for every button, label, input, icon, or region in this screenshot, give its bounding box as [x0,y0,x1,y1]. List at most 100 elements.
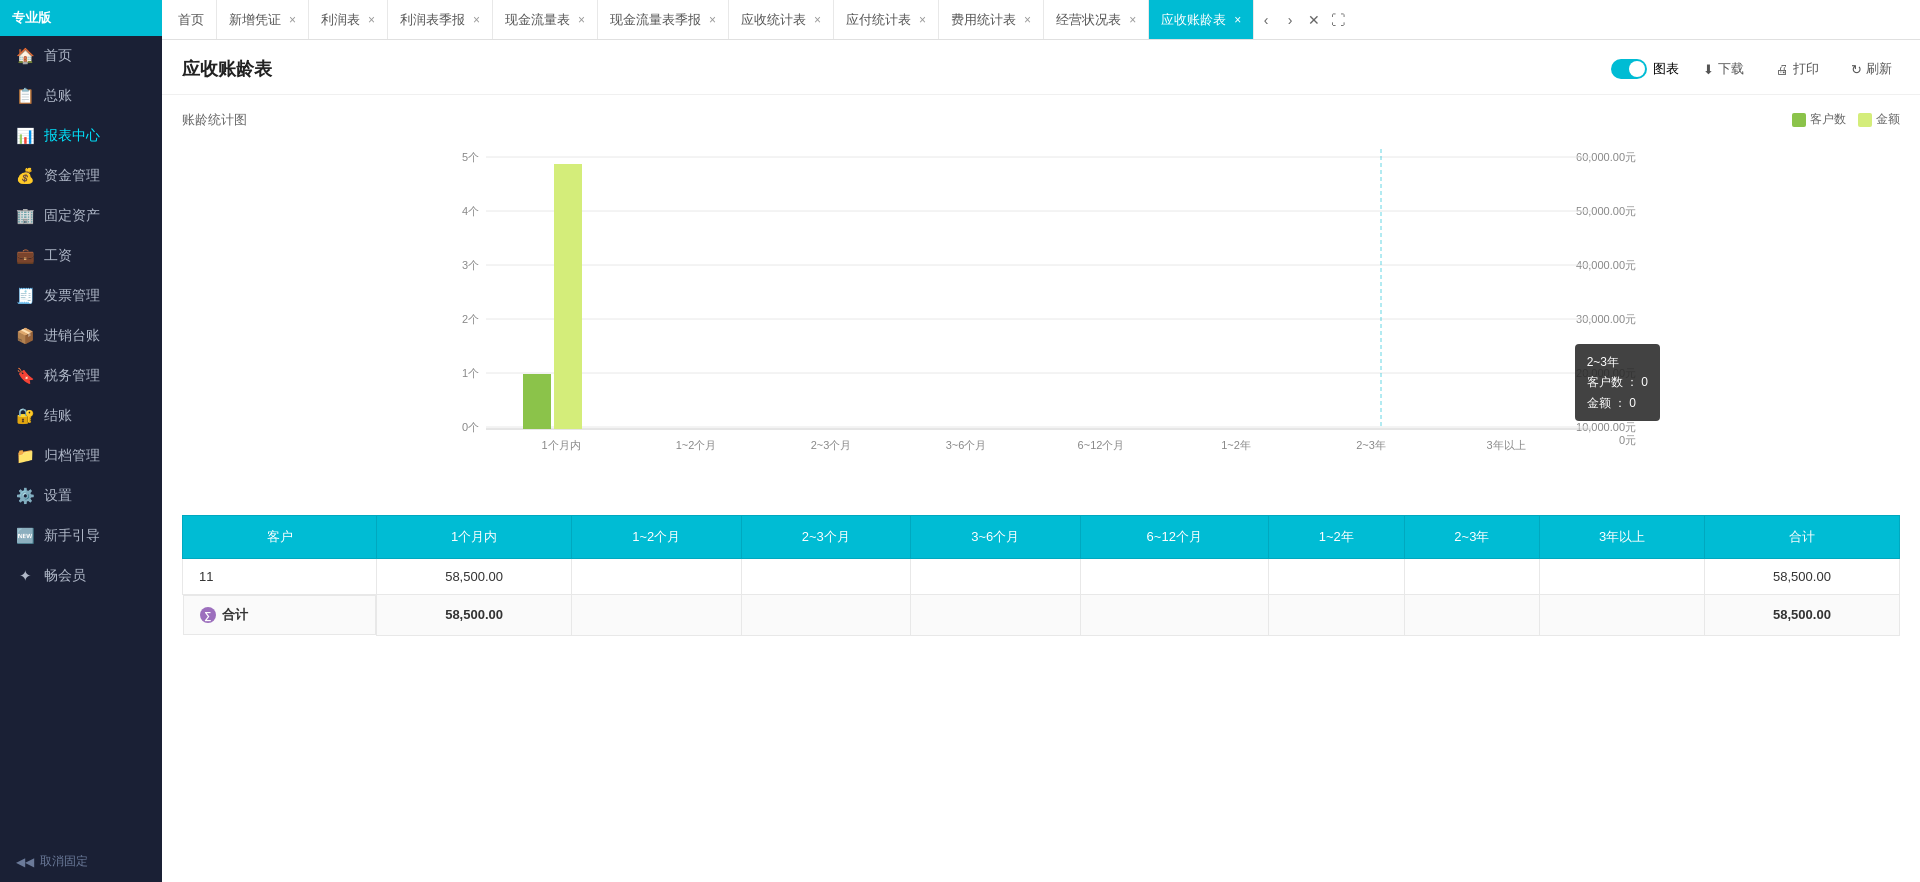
tab-close-all-btn[interactable]: ✕ [1302,0,1326,40]
sidebar-item-purchase[interactable]: 📦 进销台账 [0,316,162,356]
svg-text:1个: 1个 [462,367,479,379]
tab-aging[interactable]: 应收账龄表 × [1149,0,1254,40]
collapse-label: 取消固定 [40,853,88,870]
tab-close-icon[interactable]: × [289,13,296,27]
print-icon: 🖨 [1776,62,1789,77]
tab-close-icon[interactable]: × [368,13,375,27]
tab-close-icon[interactable]: × [1234,13,1241,27]
cell-m12 [572,559,742,595]
sidebar-collapse-btn[interactable]: ◀◀ 取消固定 [0,841,162,882]
sidebar-item-home[interactable]: 🏠 首页 [0,36,162,76]
sidebar-item-tax[interactable]: 🔖 税务管理 [0,356,162,396]
sidebar-item-label: 工资 [44,247,72,265]
sidebar-item-settings[interactable]: ⚙️ 设置 [0,476,162,516]
sidebar-item-label: 发票管理 [44,287,100,305]
tab-profit-quarter[interactable]: 利润表季报 × [388,0,493,40]
tab-next-btn[interactable]: › [1278,0,1302,40]
tab-business-stat[interactable]: 经营状况表 × [1044,0,1149,40]
col-m23: 2~3个月 [741,516,911,559]
sidebar-item-archive[interactable]: 📁 归档管理 [0,436,162,476]
svg-text:4个: 4个 [462,205,479,217]
page-header: 应收账龄表 图表 ⬇ 下载 🖨 打印 ↻ 刷新 [162,40,1920,95]
close-icon: 🔐 [16,407,34,425]
cell-m36 [911,559,1081,595]
tab-label: 应收账龄表 [1161,11,1226,29]
sidebar-item-fund[interactable]: 💰 资金管理 [0,156,162,196]
sidebar-item-label: 报表中心 [44,127,100,145]
sidebar-item-close[interactable]: 🔐 结账 [0,396,162,436]
legend-customer: 客户数 [1792,111,1846,128]
cell-total-m36 [911,595,1081,636]
tab-close-icon[interactable]: × [814,13,821,27]
tab-profit[interactable]: 利润表 × [309,0,388,40]
download-btn[interactable]: ⬇ 下载 [1695,56,1752,82]
chart-toggle[interactable]: 图表 [1611,59,1679,79]
svg-text:1~2个月: 1~2个月 [676,439,717,451]
svg-text:1个月内: 1个月内 [541,439,580,451]
col-m1: 1个月内 [377,516,572,559]
vip-icon: ✦ [16,567,34,585]
sidebar-item-vip[interactable]: ✦ 畅会员 [0,556,162,596]
tab-expand-btn[interactable]: ⛶ [1326,0,1350,40]
svg-text:3年以上: 3年以上 [1486,439,1525,451]
sidebar-item-label: 新手引导 [44,527,100,545]
sidebar-item-guide[interactable]: 🆕 新手引导 [0,516,162,556]
tab-payable-stat[interactable]: 应付统计表 × [834,0,939,40]
sidebar-item-label: 归档管理 [44,447,100,465]
tab-cashflow-quarter[interactable]: 现金流量表季报 × [598,0,729,40]
toggle-track[interactable] [1611,59,1647,79]
svg-text:2个: 2个 [462,313,479,325]
chart-title: 账龄统计图 [182,111,1900,129]
tab-home[interactable]: 首页 [166,0,217,40]
tab-voucher[interactable]: 新增凭证 × [217,0,309,40]
download-icon: ⬇ [1703,62,1714,77]
svg-text:1~2年: 1~2年 [1221,439,1251,451]
table-total-row: ∑ 合计 58,500.00 58,500.00 [183,595,1900,636]
tab-label: 费用统计表 [951,11,1016,29]
tab-label: 应付统计表 [846,11,911,29]
sidebar-item-label: 首页 [44,47,72,65]
cell-m23 [741,559,911,595]
tab-prev-btn[interactable]: ‹ [1254,0,1278,40]
table-row: 11 58,500.00 58,500.00 [183,559,1900,595]
col-y23: 2~3年 [1404,516,1540,559]
tab-close-icon[interactable]: × [1024,13,1031,27]
data-table: 客户 1个月内 1~2个月 2~3个月 3~6个月 6~12个月 1~2年 2~… [182,515,1900,636]
sidebar-item-asset[interactable]: 🏢 固定资产 [0,196,162,236]
refresh-icon: ↻ [1851,62,1862,77]
cell-total-total: 58,500.00 [1704,595,1899,636]
tab-close-icon[interactable]: × [578,13,585,27]
bar-customer-1 [523,374,551,429]
cell-m1: 58,500.00 [377,559,572,595]
sidebar-logo: 专业版 [0,0,162,36]
sidebar-item-salary[interactable]: 💼 工资 [0,236,162,276]
chart-svg: 5个 4个 3个 2个 1个 0个 60,000.00元 50,000.00元 … [182,139,1900,479]
refresh-btn[interactable]: ↻ 刷新 [1843,56,1900,82]
ledger-icon: 📋 [16,87,34,105]
toggle-label: 图表 [1653,60,1679,78]
sidebar-item-ledger[interactable]: 📋 总账 [0,76,162,116]
cell-total-label: ∑ 合计 [183,595,377,635]
chart-legend: 客户数 金额 [1792,111,1900,128]
tab-close-icon[interactable]: × [709,13,716,27]
legend-amount: 金额 [1858,111,1900,128]
toggle-thumb [1629,61,1645,77]
sidebar-item-report[interactable]: 📊 报表中心 [0,116,162,156]
tab-expense-stat[interactable]: 费用统计表 × [939,0,1044,40]
tab-close-icon[interactable]: × [1129,13,1136,27]
tab-cashflow[interactable]: 现金流量表 × [493,0,598,40]
cell-total-y3plus [1540,595,1705,636]
print-btn[interactable]: 🖨 打印 [1768,56,1827,82]
col-total: 合计 [1704,516,1899,559]
svg-text:3~6个月: 3~6个月 [946,439,987,451]
total-icon: ∑ [200,607,216,623]
col-customer: 客户 [183,516,377,559]
tab-close-icon[interactable]: × [473,13,480,27]
sidebar-item-label: 结账 [44,407,72,425]
sidebar-item-label: 畅会员 [44,567,86,585]
sidebar-item-invoice[interactable]: 🧾 发票管理 [0,276,162,316]
tab-label: 现金流量表 [505,11,570,29]
tab-close-icon[interactable]: × [919,13,926,27]
tab-label: 首页 [178,11,204,29]
tab-receivable-stat[interactable]: 应收统计表 × [729,0,834,40]
